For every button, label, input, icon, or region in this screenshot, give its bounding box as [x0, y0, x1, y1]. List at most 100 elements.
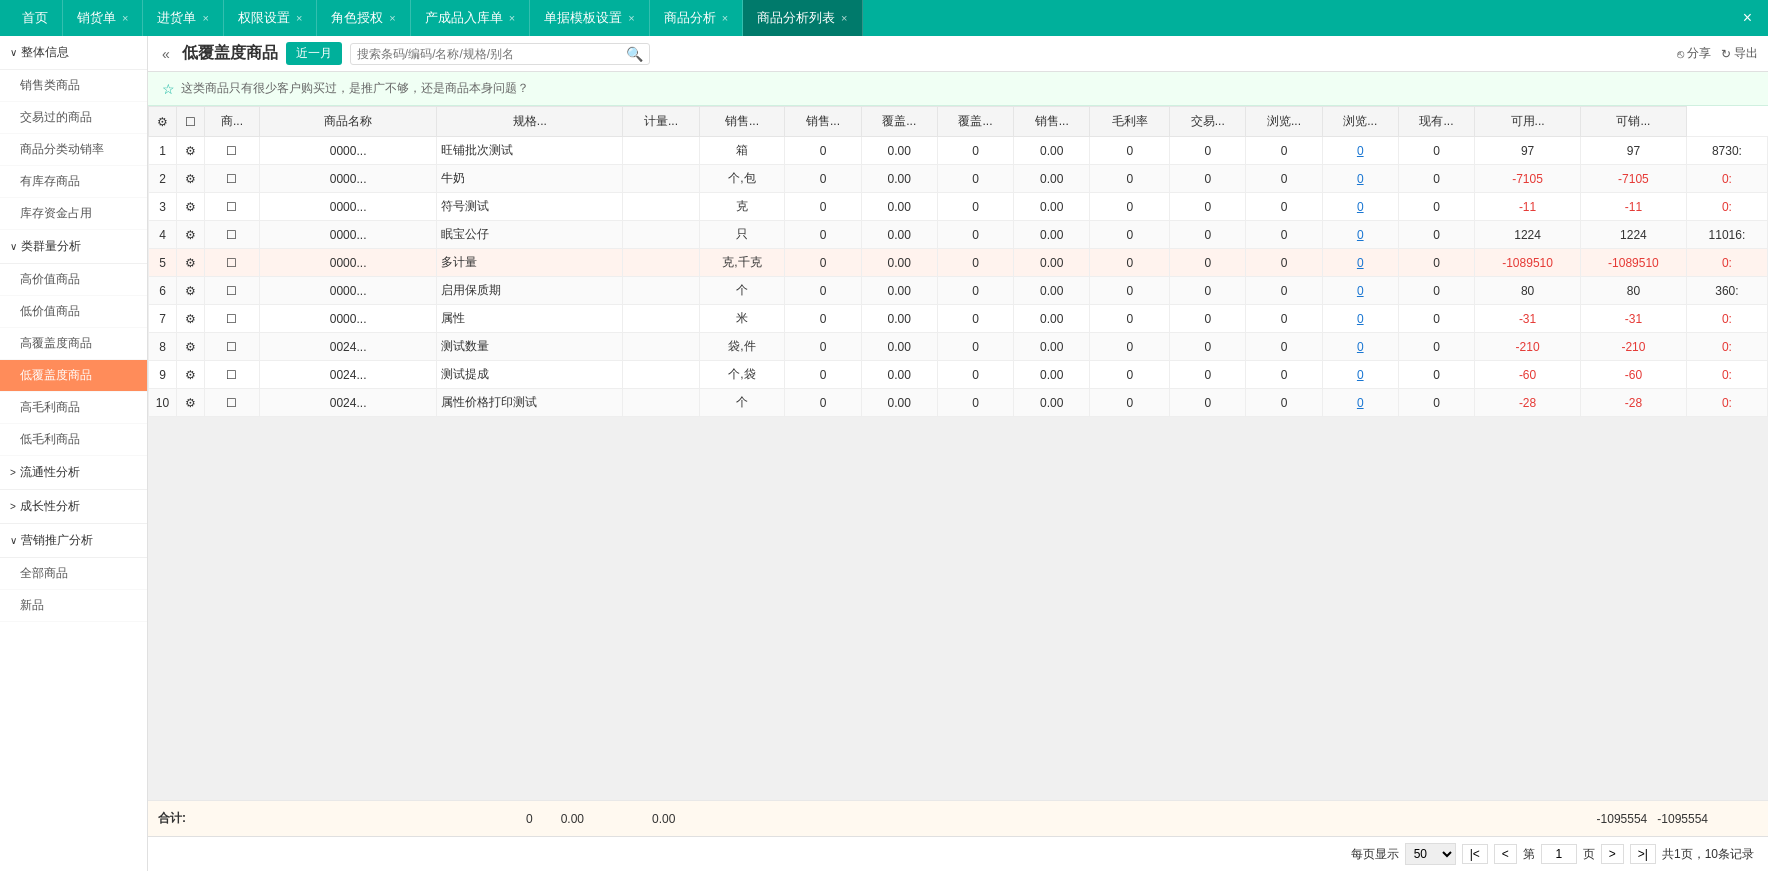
row-browse1[interactable]: 0 — [1322, 165, 1398, 193]
sidebar-item-inventory-capital[interactable]: 库存资金占用 — [0, 198, 147, 230]
row-checkbox[interactable]: ☐ — [205, 249, 260, 277]
row-spec — [623, 333, 699, 361]
row-name: 属性价格打印测试 — [437, 389, 623, 417]
sidebar-section-liquidity[interactable]: > 流通性分析 — [0, 456, 147, 490]
row-settings[interactable]: ⚙ — [177, 361, 205, 389]
row-settings[interactable]: ⚙ — [177, 249, 205, 277]
row-settings[interactable]: ⚙ — [177, 333, 205, 361]
sidebar-item-all-products[interactable]: 全部商品 — [0, 558, 147, 590]
col-settings[interactable]: ⚙ — [149, 107, 177, 137]
row-settings[interactable]: ⚙ — [177, 305, 205, 333]
table-row: 4 ⚙ ☐ 0000... 眠宝公仔 只 0 0.00 0 0.00 0 0 0… — [149, 221, 1768, 249]
nav-permissions[interactable]: 权限设置 × — [224, 0, 317, 36]
sidebar-item-traded-products[interactable]: 交易过的商品 — [0, 102, 147, 134]
row-browse1[interactable]: 0 — [1322, 221, 1398, 249]
row-cov1: 0 — [937, 249, 1013, 277]
row-settings[interactable]: ⚙ — [177, 165, 205, 193]
sidebar-item-low-margin[interactable]: 低毛利商品 — [0, 424, 147, 456]
row-cov1: 0 — [937, 193, 1013, 221]
sidebar-item-low-value[interactable]: 低价值商品 — [0, 296, 147, 328]
sidebar-item-category-sales-rate[interactable]: 商品分类动销率 — [0, 134, 147, 166]
nav-close-icon[interactable]: × — [509, 12, 515, 24]
nav-purchase-order[interactable]: 进货单 × — [143, 0, 223, 36]
row-sales-qty: 0 — [785, 333, 861, 361]
table-container[interactable]: ⚙ ☐ 商... 商品名称 规格... 计量... 销售... 销售... 覆盖… — [148, 106, 1768, 800]
search-input[interactable] — [357, 47, 622, 61]
nav-product-analysis-list[interactable]: 商品分析列表 × — [743, 0, 862, 36]
nav-close-icon[interactable]: × — [628, 12, 634, 24]
col-trade: 交易... — [1170, 107, 1246, 137]
section-arrow-icon: > — [10, 467, 16, 478]
row-available: -31 — [1580, 305, 1686, 333]
sidebar-item-high-value[interactable]: 高价值商品 — [0, 264, 147, 296]
row-browse2: 0 — [1398, 165, 1474, 193]
last-page-button[interactable]: >| — [1630, 844, 1656, 864]
row-checkbox[interactable]: ☐ — [205, 361, 260, 389]
row-settings[interactable]: ⚙ — [177, 389, 205, 417]
row-cov1: 0 — [937, 221, 1013, 249]
row-checkbox[interactable]: ☐ — [205, 389, 260, 417]
row-browse1[interactable]: 0 — [1322, 137, 1398, 165]
row-checkbox[interactable]: ☐ — [205, 165, 260, 193]
time-filter-button[interactable]: 近一月 — [286, 42, 342, 65]
prev-page-button[interactable]: < — [1494, 844, 1517, 864]
row-browse1[interactable]: 0 — [1322, 361, 1398, 389]
nav-template-settings[interactable]: 单据模板设置 × — [530, 0, 649, 36]
row-settings[interactable]: ⚙ — [177, 137, 205, 165]
nav-product-inbound[interactable]: 产成品入库单 × — [411, 0, 530, 36]
nav-close-icon[interactable]: × — [389, 12, 395, 24]
row-sales-amt: 0.00 — [861, 193, 937, 221]
close-all-button[interactable]: × — [1735, 9, 1760, 27]
export-button[interactable]: ↻ 导出 — [1721, 45, 1758, 62]
nav-close-icon[interactable]: × — [296, 12, 302, 24]
col-checkbox[interactable]: ☐ — [177, 107, 205, 137]
collapse-button[interactable]: « — [158, 44, 174, 64]
row-checkbox[interactable]: ☐ — [205, 305, 260, 333]
row-checkbox[interactable]: ☐ — [205, 333, 260, 361]
sidebar-section-marketing[interactable]: ∨ 营销推广分析 — [0, 524, 147, 558]
nav-close-icon[interactable]: × — [122, 12, 128, 24]
row-browse1[interactable]: 0 — [1322, 193, 1398, 221]
row-code: 0000... — [259, 137, 436, 165]
sidebar-item-high-coverage[interactable]: 高覆盖度商品 — [0, 328, 147, 360]
page-number-input[interactable] — [1541, 844, 1577, 864]
sidebar-section-cluster[interactable]: ∨ 类群量分析 — [0, 230, 147, 264]
row-sales-amt: 0.00 — [861, 277, 937, 305]
row-browse1[interactable]: 0 — [1322, 277, 1398, 305]
row-browse2: 0 — [1398, 193, 1474, 221]
row-sales3: 0 — [1090, 137, 1170, 165]
share-button[interactable]: ⎋ 分享 — [1677, 45, 1711, 62]
nav-close-icon[interactable]: × — [722, 12, 728, 24]
nav-home[interactable]: 首页 — [8, 0, 63, 36]
row-browse1[interactable]: 0 — [1322, 389, 1398, 417]
nav-close-icon[interactable]: × — [841, 12, 847, 24]
row-browse1[interactable]: 0 — [1322, 305, 1398, 333]
row-settings[interactable]: ⚙ — [177, 221, 205, 249]
row-checkbox[interactable]: ☐ — [205, 193, 260, 221]
row-sales3: 0 — [1090, 389, 1170, 417]
nav-close-icon[interactable]: × — [202, 12, 208, 24]
sidebar-section-growth[interactable]: > 成长性分析 — [0, 490, 147, 524]
nav-product-analysis[interactable]: 商品分析 × — [650, 0, 743, 36]
sidebar-item-high-margin[interactable]: 高毛利商品 — [0, 392, 147, 424]
nav-role-auth[interactable]: 角色授权 × — [317, 0, 410, 36]
row-checkbox[interactable]: ☐ — [205, 221, 260, 249]
row-checkbox[interactable]: ☐ — [205, 277, 260, 305]
sidebar-section-overview[interactable]: ∨ 整体信息 — [0, 36, 147, 70]
sidebar-item-sales-products[interactable]: 销售类商品 — [0, 70, 147, 102]
sidebar-item-low-coverage[interactable]: 低覆盖度商品 — [0, 360, 147, 392]
search-icon[interactable]: 🔍 — [626, 46, 643, 62]
nav-sales-order[interactable]: 销货单 × — [63, 0, 143, 36]
next-page-button[interactable]: > — [1601, 844, 1624, 864]
row-sales3: 0 — [1090, 221, 1170, 249]
per-page-select[interactable]: 50 20 100 200 — [1405, 843, 1456, 865]
sidebar-item-new-products[interactable]: 新品 — [0, 590, 147, 622]
row-checkbox[interactable]: ☐ — [205, 137, 260, 165]
row-browse1[interactable]: 0 — [1322, 333, 1398, 361]
row-settings[interactable]: ⚙ — [177, 277, 205, 305]
row-browse1[interactable]: 0 — [1322, 249, 1398, 277]
record-summary: 共1页，10条记录 — [1662, 846, 1754, 863]
sidebar-item-in-stock[interactable]: 有库存商品 — [0, 166, 147, 198]
first-page-button[interactable]: |< — [1462, 844, 1488, 864]
row-settings[interactable]: ⚙ — [177, 193, 205, 221]
